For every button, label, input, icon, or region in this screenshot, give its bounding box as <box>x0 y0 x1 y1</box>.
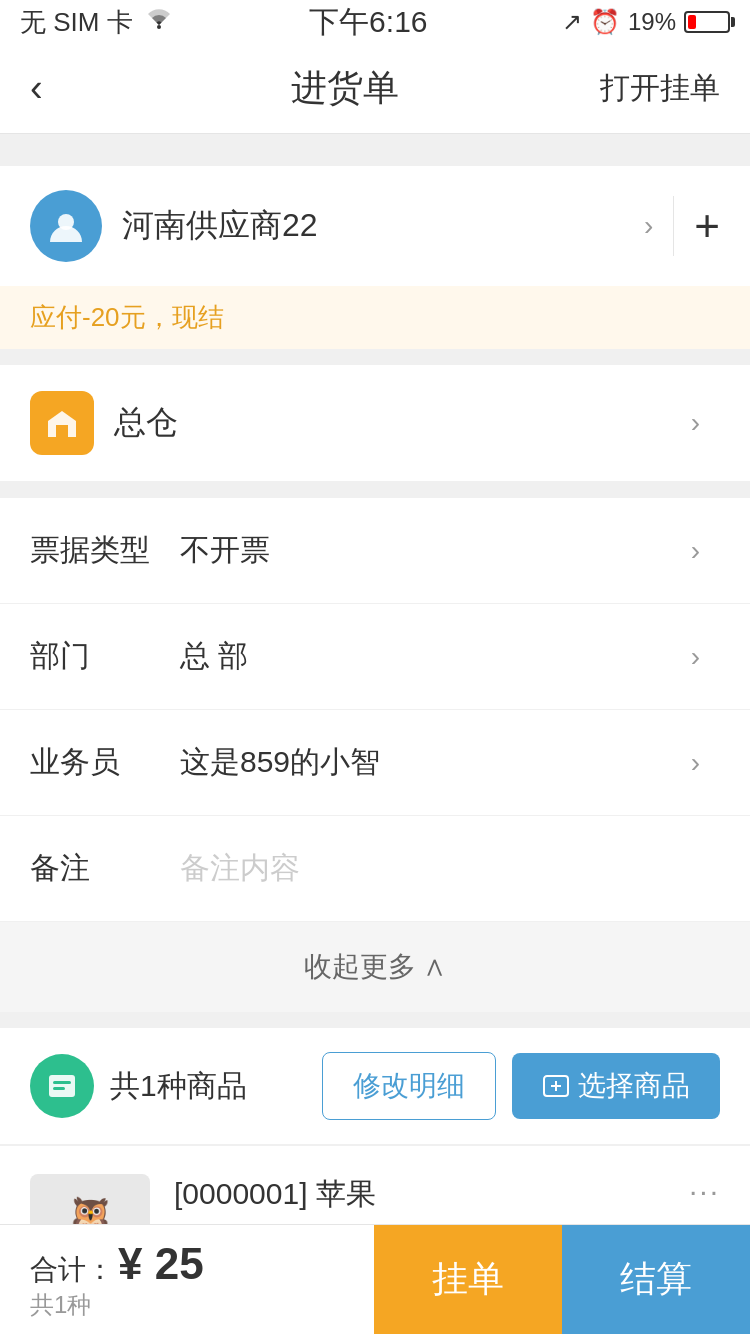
product-section-icon <box>30 1054 94 1118</box>
ticket-chevron-icon: › <box>691 535 700 567</box>
warehouse-name: 总仓 <box>114 401 691 445</box>
select-product-button[interactable]: 选择商品 <box>512 1053 720 1119</box>
svg-rect-2 <box>56 425 68 437</box>
warehouse-icon <box>30 391 94 455</box>
warehouse-section: 总仓 › <box>0 365 750 482</box>
svg-point-0 <box>157 25 161 29</box>
remarks-label: 备注 <box>30 848 180 889</box>
salesperson-row[interactable]: 业务员 这是859的小智 › <box>0 710 750 816</box>
more-button[interactable]: ··· <box>689 1174 720 1208</box>
ticket-type-value: 不开票 <box>180 530 691 571</box>
battery-icon <box>684 11 730 33</box>
edit-details-button[interactable]: 修改明细 <box>322 1052 496 1120</box>
collapse-label: 收起更多 ∧ <box>304 951 447 982</box>
status-bar: 无 SIM 卡 下午6:16 ↗ ⏰ 19% <box>0 0 750 44</box>
footer-total: 合计： ¥ 25 共1种 <box>0 1225 374 1334</box>
footer: 合计： ¥ 25 共1种 挂单 结算 <box>0 1224 750 1334</box>
department-value: 总 部 <box>180 636 691 677</box>
hang-order-button[interactable]: 挂单 <box>374 1225 562 1334</box>
page-title: 进货单 <box>291 64 399 113</box>
supplier-section: 河南供应商22 › + 应付-20元，现结 <box>0 166 750 349</box>
open-pending-button[interactable]: 打开挂单 <box>600 68 720 109</box>
product-count: 共1种商品 <box>110 1066 306 1107</box>
product-header: 共1种商品 修改明细 选择商品 <box>0 1028 750 1144</box>
back-button[interactable]: ‹ <box>30 67 90 110</box>
chevron-right-icon: › <box>644 210 653 242</box>
total-sub: 共1种 <box>30 1289 344 1321</box>
status-left: 无 SIM 卡 <box>20 5 175 40</box>
remarks-row[interactable]: 备注 备注内容 <box>0 816 750 922</box>
svg-rect-4 <box>53 1081 71 1084</box>
product-name: 苹果 <box>316 1177 376 1210</box>
select-product-label: 选择商品 <box>578 1067 690 1105</box>
add-supplier-button[interactable]: + <box>694 204 720 248</box>
product-title: [0000001] 苹果 <box>174 1174 665 1215</box>
location-icon: ↗ <box>562 8 582 36</box>
department-label: 部门 <box>30 636 180 677</box>
product-code: [0000001] <box>174 1177 316 1210</box>
salesperson-label: 业务员 <box>30 742 180 783</box>
ticket-type-label: 票据类型 <box>30 530 180 571</box>
supplier-name: 河南供应商22 <box>122 204 644 248</box>
carrier-label: 无 SIM 卡 <box>20 5 133 40</box>
svg-rect-5 <box>53 1087 65 1090</box>
divider <box>673 196 674 256</box>
remarks-value: 备注内容 <box>180 848 720 889</box>
form-section: 票据类型 不开票 › 部门 总 部 › 业务员 这是859的小智 › 备注 备注… <box>0 498 750 922</box>
supplier-avatar <box>30 190 102 262</box>
supplier-notice: 应付-20元，现结 <box>0 286 750 349</box>
salesperson-value: 这是859的小智 <box>180 742 691 783</box>
department-chevron-icon: › <box>691 641 700 673</box>
collapse-row[interactable]: 收起更多 ∧ <box>0 922 750 1012</box>
time-label: 下午6:16 <box>309 2 427 43</box>
wifi-icon <box>143 7 175 38</box>
status-right: ↗ ⏰ 19% <box>562 8 730 36</box>
warehouse-row[interactable]: 总仓 › <box>0 365 750 482</box>
svg-rect-3 <box>49 1075 75 1097</box>
alarm-icon: ⏰ <box>590 8 620 36</box>
salesperson-chevron-icon: › <box>691 747 700 779</box>
ticket-type-row[interactable]: 票据类型 不开票 › <box>0 498 750 604</box>
warehouse-chevron-icon: › <box>691 407 700 439</box>
supplier-row[interactable]: 河南供应商22 › + <box>0 166 750 286</box>
settle-button[interactable]: 结算 <box>562 1225 750 1334</box>
department-row[interactable]: 部门 总 部 › <box>0 604 750 710</box>
nav-bar: ‹ 进货单 打开挂单 <box>0 44 750 134</box>
product-section: 共1种商品 修改明细 选择商品 <box>0 1028 750 1144</box>
battery-percent: 19% <box>628 8 676 36</box>
total-label: 合计： <box>30 1251 114 1289</box>
total-amount: ¥ 25 <box>118 1239 204 1289</box>
